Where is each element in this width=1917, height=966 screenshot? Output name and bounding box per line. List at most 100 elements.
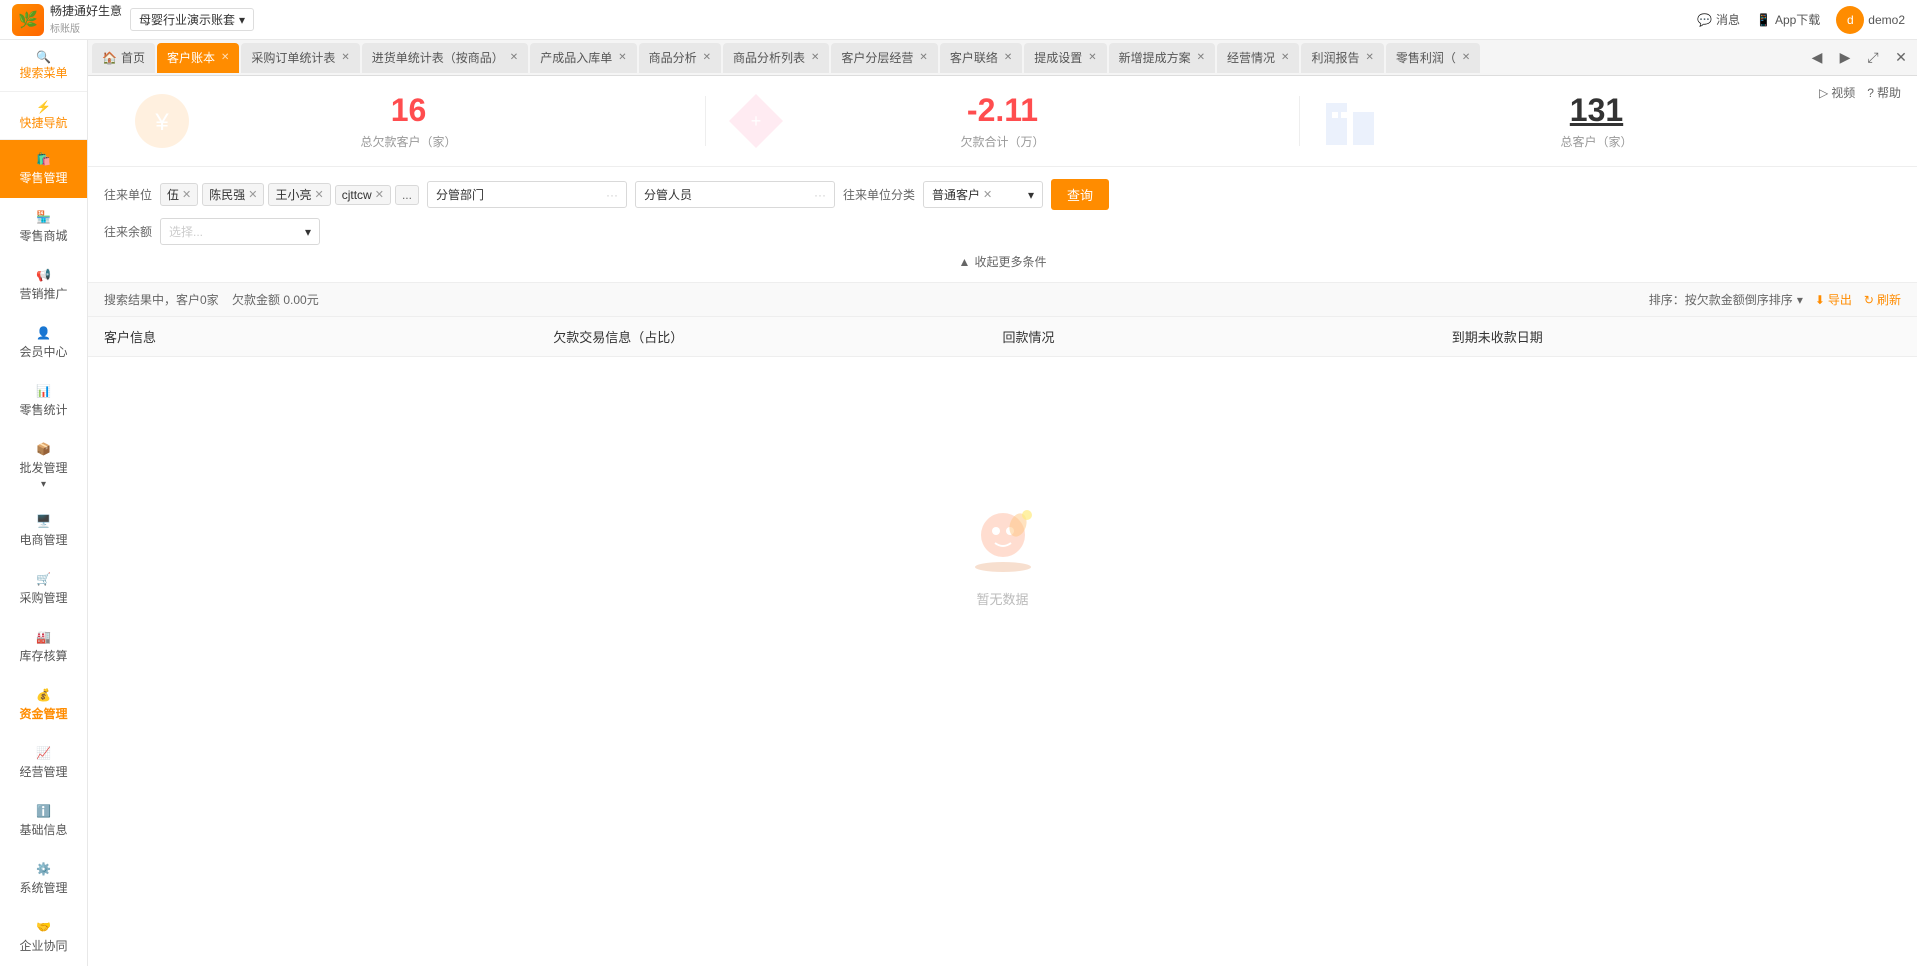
filter-tag-cjttcw: cjttcw ✕: [335, 185, 391, 205]
tab-product-analysis[interactable]: 商品分析 ✕: [639, 43, 721, 73]
tab-close-customer-account[interactable]: ✕: [221, 52, 229, 63]
results-sort[interactable]: 排序：按欠款金额倒序排序 ▾: [1649, 291, 1803, 308]
filter-tag-more[interactable]: ...: [395, 185, 419, 205]
tab-close-customer-contact[interactable]: ✕: [1004, 52, 1012, 63]
tab-product-stock[interactable]: 产成品入库单 ✕: [530, 43, 636, 73]
sidebar-item-finance[interactable]: 💰 资金管理: [0, 676, 87, 734]
sidebar-item-enterprise[interactable]: 🤝 企业协同: [0, 908, 87, 966]
tab-close-all-button[interactable]: ✕: [1889, 46, 1913, 70]
tab-home-label: 首页: [121, 49, 145, 66]
company-select[interactable]: 母婴行业演示账套 ▾: [130, 8, 254, 31]
sidebar-item-inventory[interactable]: 🏭 库存核算: [0, 618, 87, 676]
message-button[interactable]: 💬 消息: [1697, 11, 1740, 28]
sidebar-item-retail[interactable]: 🛍️ 零售管理: [0, 140, 87, 198]
results-count: 搜索结果中，客户0家: [104, 293, 219, 307]
export-button[interactable]: ⬇ 导出: [1815, 291, 1852, 308]
tab-stock-stats[interactable]: 进货单统计表（按商品） ✕: [362, 43, 528, 73]
filter-tags: 伍 ✕ 陈民强 ✕ 王小亮 ✕ cjttcw ✕: [160, 183, 419, 206]
sidebar-search-label: 搜索菜单: [8, 64, 79, 81]
search-icon: 🔍: [36, 50, 51, 64]
sidebar-item-system[interactable]: ⚙️ 系统管理: [0, 850, 87, 908]
tab-operations[interactable]: 经营情况 ✕: [1217, 43, 1299, 73]
page-content: ▷ 视频 ? 帮助 ¥ 16 总欠款客户（家）: [88, 76, 1917, 966]
app-download-label: App下载: [1775, 11, 1820, 28]
tab-close-customer-tier[interactable]: ✕: [919, 52, 927, 63]
logo-text: 畅捷通好生意: [50, 4, 122, 20]
sidebar-search[interactable]: 🔍 搜索菜单: [0, 40, 87, 92]
sidebar-item-purchase[interactable]: 🛒 采购管理: [0, 560, 87, 618]
marketing-icon: 📢: [36, 268, 51, 282]
tab-retail-profit[interactable]: 零售利润（ ✕: [1386, 43, 1480, 73]
tab-close-promotion-settings[interactable]: ✕: [1088, 52, 1096, 63]
filter-tag-wu: 伍 ✕: [160, 183, 198, 206]
table-header: 客户信息 欠款交易信息（占比） 回款情况 到期未收款日期: [88, 317, 1917, 357]
tab-promotion-settings[interactable]: 提成设置 ✕: [1024, 43, 1106, 73]
query-button[interactable]: 查询: [1051, 179, 1109, 210]
unit-class-filter-select[interactable]: 普通客户 ✕ ▾: [923, 181, 1043, 208]
dept-filter-select[interactable]: 分管部门 ···: [427, 181, 627, 208]
sidebar-item-retail-stats[interactable]: 📊 零售统计: [0, 372, 87, 430]
tab-next-button[interactable]: ▶: [1833, 46, 1857, 70]
filter-tag-cjttcw-close[interactable]: ✕: [375, 188, 384, 201]
sidebar-item-marketing[interactable]: 📢 营销推广: [0, 256, 87, 314]
table-body: 暂无数据: [88, 357, 1917, 668]
tab-close-product-stock[interactable]: ✕: [618, 52, 626, 63]
unit-class-tag-text: 普通客户: [932, 186, 980, 203]
stat-total-customers: ¥ 16 总欠款客户（家）: [112, 92, 705, 150]
sidebar-item-basic-info[interactable]: ℹ️ 基础信息: [0, 792, 87, 850]
refresh-button[interactable]: ↻ 刷新: [1864, 291, 1901, 308]
tab-close-product-analysis-list[interactable]: ✕: [811, 52, 819, 63]
sidebar-quick-nav[interactable]: ⚡ 快捷导航: [0, 92, 87, 140]
collapse-icon: ▲: [959, 255, 971, 269]
collapse-label: 收起更多条件: [974, 253, 1046, 270]
tab-customer-account[interactable]: 客户账本 ✕: [157, 43, 239, 73]
balance-filter-select[interactable]: 选择... ▾: [160, 218, 320, 245]
filter-tag-wu-close[interactable]: ✕: [182, 188, 191, 201]
tab-customer-tier[interactable]: 客户分层经营 ✕: [831, 43, 937, 73]
tab-close-product-analysis[interactable]: ✕: [703, 52, 711, 63]
sidebar-item-retail-mall[interactable]: 🏪 零售商城: [0, 198, 87, 256]
sidebar-item-member[interactable]: 👤 会员中心: [0, 314, 87, 372]
tab-stock-stats-label: 进货单统计表（按商品）: [372, 49, 504, 66]
unit-class-tag-close[interactable]: ✕: [983, 188, 992, 201]
tab-customer-contact[interactable]: 客户联络 ✕: [940, 43, 1022, 73]
balance-filter-label: 往来余额: [104, 223, 152, 240]
tab-expand-button[interactable]: ⤢: [1861, 46, 1885, 70]
company-name: 母婴行业演示账套: [139, 11, 235, 28]
tab-close-add-promotion[interactable]: ✕: [1197, 52, 1205, 63]
tab-close-operations[interactable]: ✕: [1281, 52, 1289, 63]
filter-tag-chen-close[interactable]: ✕: [248, 188, 257, 201]
tab-profit-report[interactable]: 利润报告 ✕: [1301, 43, 1383, 73]
tab-home[interactable]: 🏠 首页: [92, 43, 155, 73]
tab-prev-button[interactable]: ◀: [1805, 46, 1829, 70]
chevron-down-icon: ▾: [239, 13, 245, 27]
app-download-button[interactable]: 📱 App下载: [1756, 11, 1820, 28]
sort-chevron-icon: ▾: [1797, 293, 1803, 307]
tab-close-purchase-order[interactable]: ✕: [341, 52, 349, 63]
person-more-icon: ···: [814, 188, 826, 202]
sort-label: 排序：按欠款金额倒序排序: [1649, 291, 1793, 308]
ecommerce-icon: 🖥️: [36, 514, 51, 528]
sidebar-item-wholesale[interactable]: 📦 批发管理 ▾: [0, 430, 87, 502]
tab-close-stock-stats[interactable]: ✕: [510, 52, 518, 63]
sidebar-item-retail-label: 零售管理: [19, 169, 67, 186]
tab-purchase-order[interactable]: 采购订单统计表 ✕: [241, 43, 359, 73]
results-bar: 搜索结果中，客户0家 欠款金额 0.00元 排序：按欠款金额倒序排序 ▾ ⬇ 导…: [88, 283, 1917, 317]
tab-product-analysis-list[interactable]: 商品分析列表 ✕: [723, 43, 829, 73]
filter-tag-wang-close[interactable]: ✕: [315, 188, 324, 201]
refresh-label: 刷新: [1877, 291, 1901, 308]
user-profile[interactable]: d demo2: [1836, 6, 1905, 34]
tab-add-promotion[interactable]: 新增提成方案 ✕: [1109, 43, 1215, 73]
sidebar-item-finance-label: 资金管理: [19, 705, 67, 722]
results-amount: 欠款金额 0.00元: [232, 293, 319, 307]
tab-close-profit-report[interactable]: ✕: [1365, 52, 1373, 63]
sidebar-item-ecommerce[interactable]: 🖥️ 电商管理: [0, 502, 87, 560]
tab-close-retail-profit[interactable]: ✕: [1462, 52, 1470, 63]
person-filter-select[interactable]: 分管人员 ···: [635, 181, 835, 208]
retail-icon: 🛍️: [36, 152, 51, 166]
filter-area: 往来单位 伍 ✕ 陈民强 ✕ 王小亮 ✕: [88, 167, 1917, 283]
person-filter-label: 分管人员: [644, 186, 692, 203]
message-label: 消息: [1716, 11, 1740, 28]
collapse-button[interactable]: ▲ 收起更多条件: [104, 253, 1901, 270]
sidebar-item-operations-mgmt[interactable]: 📈 经营管理: [0, 734, 87, 792]
